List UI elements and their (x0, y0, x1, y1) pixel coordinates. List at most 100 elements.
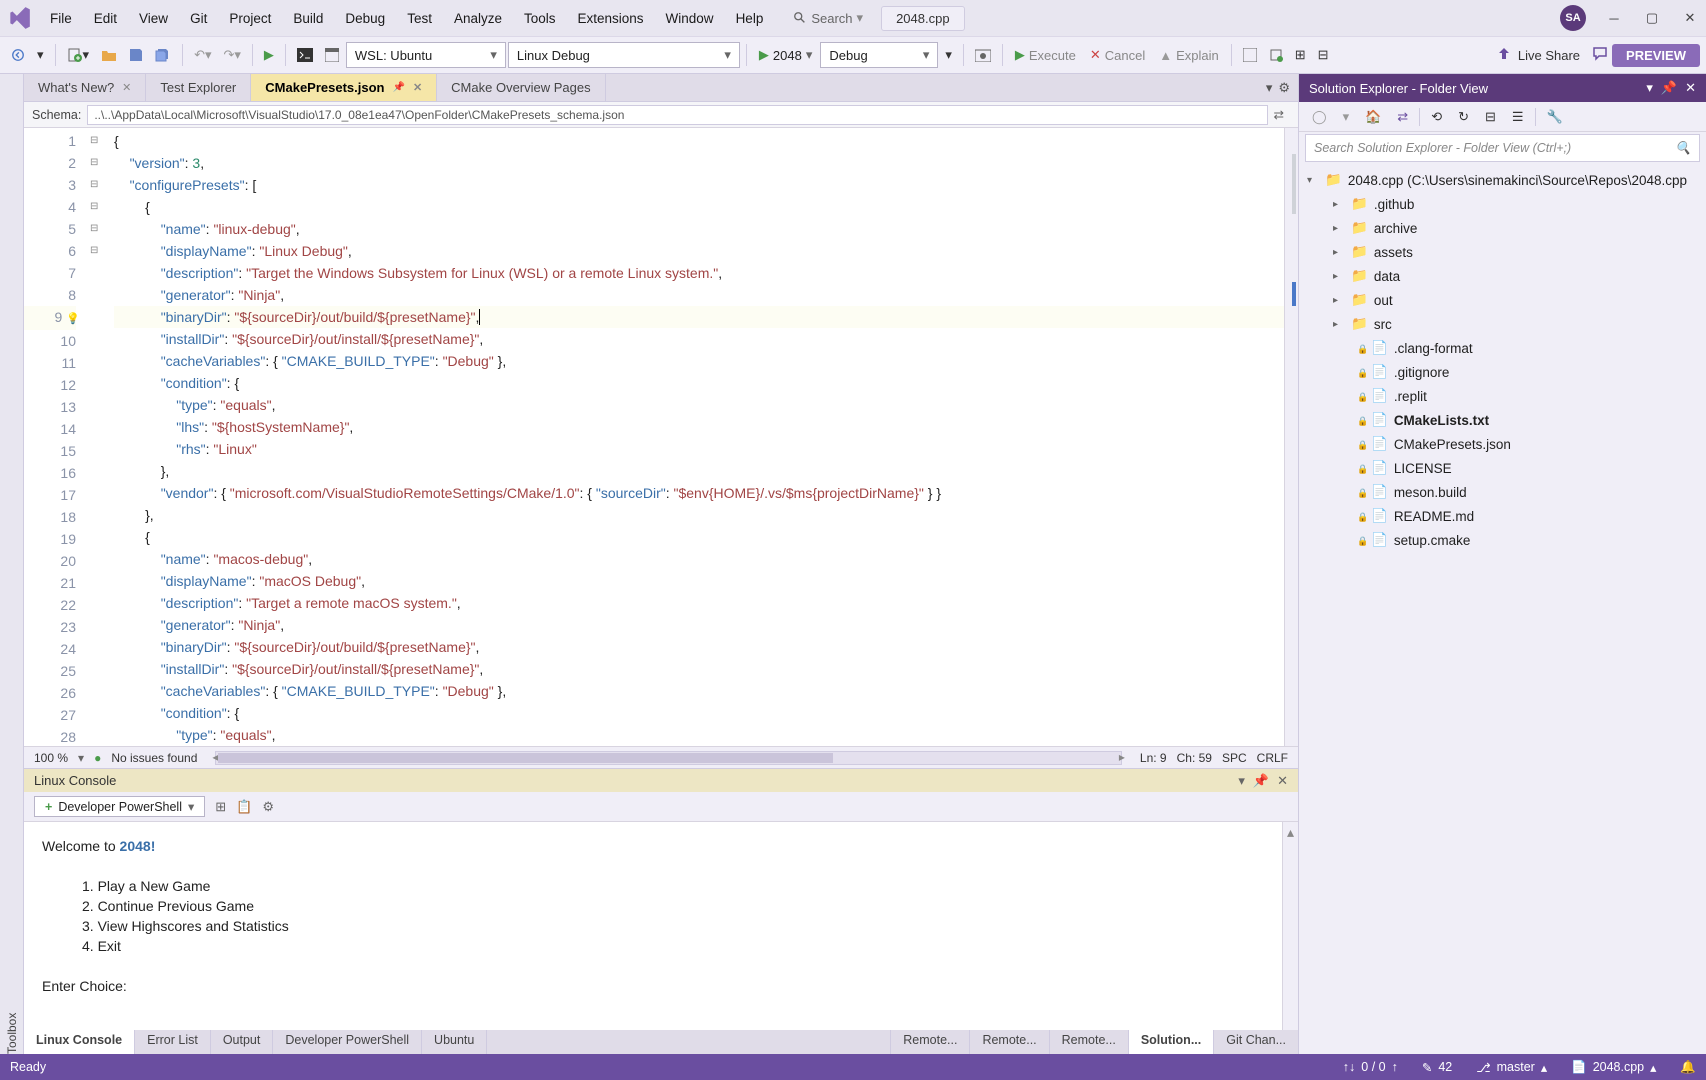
tab[interactable]: Test Explorer (146, 74, 251, 101)
console-gear-icon[interactable]: ⚙ (262, 799, 274, 815)
tree-file[interactable]: 🔒📄.replit (1299, 384, 1706, 408)
bottom-tab[interactable]: Error List (135, 1030, 211, 1054)
bottom-tab-right[interactable]: Remote... (969, 1030, 1048, 1054)
terminal-button[interactable] (292, 45, 318, 65)
bottom-tab[interactable]: Output (211, 1030, 274, 1054)
new-item-button[interactable]: ▾ (62, 44, 95, 66)
se-prop-icon[interactable]: 🔧 (1542, 106, 1568, 128)
undo-button[interactable]: ↶▾ (189, 44, 216, 66)
panel-pin2-icon[interactable]: 📌 (1661, 80, 1677, 96)
menu-file[interactable]: File (40, 7, 82, 30)
se-fwd-icon[interactable]: ▾ (1338, 106, 1355, 128)
bottom-tab[interactable]: Developer PowerShell (273, 1030, 422, 1054)
project-pill[interactable]: 2048.cpp (881, 6, 965, 31)
minimize-button[interactable]: ─ (1604, 8, 1624, 28)
status-bell-icon[interactable]: 🔔 (1680, 1060, 1696, 1075)
live-share-button[interactable]: Live Share (1486, 45, 1590, 65)
execute-button[interactable]: ▶Execute (1009, 45, 1082, 65)
nav-back-button[interactable] (6, 45, 30, 65)
redo-button[interactable]: ↷▾ (218, 44, 245, 66)
window-button[interactable] (320, 45, 344, 65)
bottom-tab-right[interactable]: Remote... (890, 1030, 969, 1054)
console-icon-2[interactable]: 📋 (236, 799, 252, 815)
se-home-icon[interactable]: 🏠 (1360, 106, 1386, 128)
tree-file[interactable]: 🔒📄CMakePresets.json (1299, 432, 1706, 456)
schema-expand-icon[interactable]: ⇄ (1268, 107, 1290, 122)
menu-help[interactable]: Help (726, 7, 774, 30)
se-refresh-icon[interactable]: ↻ (1453, 106, 1474, 128)
config-dropdown[interactable]: Linux Debug▾ (508, 42, 740, 68)
menu-test[interactable]: Test (397, 7, 442, 30)
search-box[interactable]: Search ▾ (793, 10, 863, 26)
tree-file[interactable]: 🔒📄CMakeLists.txt (1299, 408, 1706, 432)
cancel-button[interactable]: ✕Cancel (1084, 45, 1151, 65)
tree-file[interactable]: 🔒📄LICENSE (1299, 456, 1706, 480)
se-show-icon[interactable]: ☰ (1507, 106, 1529, 128)
tree-folder[interactable]: ▸📁assets (1299, 240, 1706, 264)
se-back-icon[interactable]: ◯ (1307, 106, 1332, 128)
tree-file[interactable]: 🔒📄meson.build (1299, 480, 1706, 504)
panel-pin-icon[interactable]: 📌 (1253, 773, 1269, 789)
bottom-tab-right[interactable]: Git Chan... (1213, 1030, 1298, 1054)
feedback-icon[interactable] (1592, 46, 1610, 64)
menu-build[interactable]: Build (283, 7, 333, 30)
schema-path[interactable]: ..\..\AppData\Local\Microsoft\VisualStud… (87, 105, 1267, 125)
toolbar-overflow[interactable]: ▾ (940, 44, 957, 66)
save-button[interactable] (124, 45, 148, 65)
preview-button[interactable]: PREVIEW (1612, 44, 1700, 67)
debug-target-button[interactable]: ▶2048▾ (753, 45, 818, 65)
nav-fwd-button[interactable]: ▾ (32, 44, 49, 66)
maximize-button[interactable]: ▢ (1642, 8, 1662, 28)
h-scrollbar[interactable]: ◂▸ (215, 751, 1122, 765)
se-switch-icon[interactable]: ⇄ (1392, 106, 1413, 128)
console-scrollbar[interactable]: ▴ (1282, 822, 1298, 1030)
menu-debug[interactable]: Debug (335, 7, 395, 30)
tree-file[interactable]: 🔒📄.clang-format (1299, 336, 1706, 360)
bottom-tab-right[interactable]: Solution... (1128, 1030, 1213, 1054)
screenshot-button[interactable] (970, 45, 996, 65)
code-editor[interactable]: 123456789💡101112131415161718192021222324… (24, 128, 1298, 746)
menu-tools[interactable]: Tools (514, 7, 566, 30)
menu-view[interactable]: View (129, 7, 178, 30)
panel-dd-icon[interactable]: ▾ (1646, 80, 1653, 96)
tree-folder[interactable]: ▸📁archive (1299, 216, 1706, 240)
tab[interactable]: CMake Overview Pages (437, 74, 605, 101)
tab-dropdown-icon[interactable]: ▾ (1266, 80, 1273, 96)
tree-file[interactable]: 🔒📄README.md (1299, 504, 1706, 528)
tab[interactable]: What's New?✕ (24, 74, 146, 101)
tree-folder[interactable]: ▸📁src (1299, 312, 1706, 336)
se-collapse-icon[interactable]: ⊟ (1480, 106, 1501, 128)
bottom-tab[interactable]: Ubuntu (422, 1030, 487, 1054)
tb-icon-4[interactable]: ⊟ (1313, 44, 1334, 66)
tab[interactable]: CMakePresets.json📌✕ (251, 74, 437, 101)
se-sync-icon[interactable]: ⟲ (1426, 106, 1447, 128)
status-nav[interactable]: ↑↓ 0 / 0 ↑ (1343, 1060, 1398, 1074)
tree-folder[interactable]: ▸📁data (1299, 264, 1706, 288)
start-button[interactable]: ▶ (259, 44, 279, 66)
toolbox-strip[interactable]: Toolbox (0, 74, 24, 1054)
mode-dropdown[interactable]: Debug▾ (820, 42, 938, 68)
editor-scrollbar[interactable] (1284, 128, 1298, 746)
menu-project[interactable]: Project (219, 7, 281, 30)
close-button[interactable]: ✕ (1680, 8, 1700, 28)
console-icon-1[interactable]: ⊞ (215, 799, 226, 815)
menu-analyze[interactable]: Analyze (444, 7, 512, 30)
menu-edit[interactable]: Edit (84, 7, 127, 30)
menu-git[interactable]: Git (180, 7, 217, 30)
explain-button[interactable]: ▲Explain (1153, 46, 1225, 65)
solution-search[interactable]: Search Solution Explorer - Folder View (… (1305, 134, 1700, 162)
bottom-tab-right[interactable]: Remote... (1049, 1030, 1128, 1054)
shell-dropdown[interactable]: +Developer PowerShell▾ (34, 796, 205, 817)
menu-window[interactable]: Window (656, 7, 724, 30)
platform-dropdown[interactable]: WSL: Ubuntu▾ (346, 42, 506, 68)
tree-file[interactable]: 🔒📄setup.cmake (1299, 528, 1706, 552)
save-all-button[interactable] (150, 45, 176, 65)
tree-file[interactable]: 🔒📄.gitignore (1299, 360, 1706, 384)
menu-extensions[interactable]: Extensions (568, 7, 654, 30)
bottom-tab[interactable]: Linux Console (24, 1030, 135, 1054)
console-output[interactable]: Welcome to 2048! 1. Play a New Game2. Co… (24, 822, 1298, 1030)
tb-icon-3[interactable]: ⊞ (1290, 44, 1311, 66)
status-warnings[interactable]: ✎ 42 (1422, 1060, 1452, 1075)
status-branch[interactable]: ⎇ master ▴ (1476, 1060, 1547, 1075)
user-avatar[interactable]: SA (1560, 5, 1586, 31)
